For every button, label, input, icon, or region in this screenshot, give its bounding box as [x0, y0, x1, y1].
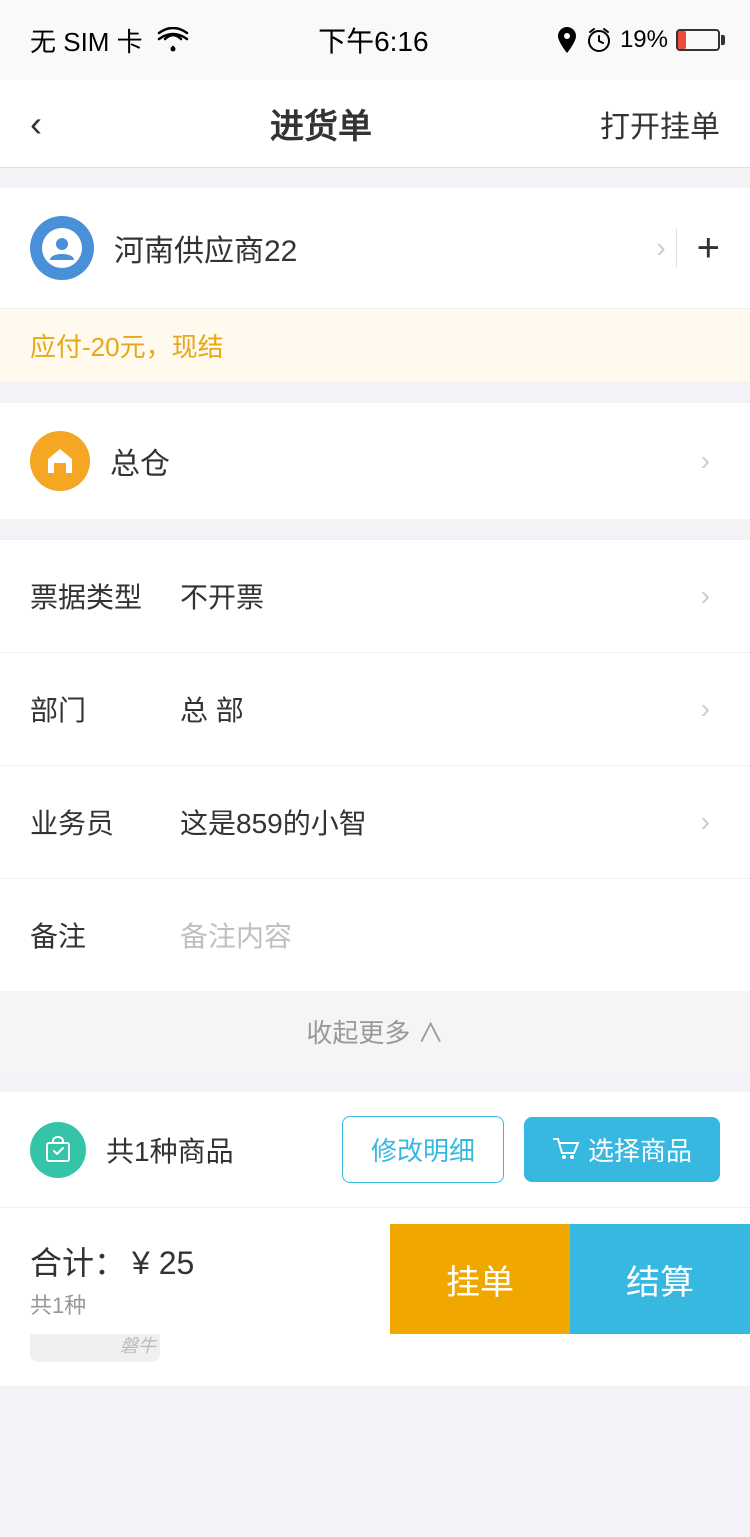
battery-icon — [676, 29, 720, 51]
collapse-label: 收起更多 ∧ — [306, 1018, 443, 1048]
status-right: 19% — [556, 26, 720, 54]
back-button[interactable]: ‹ — [30, 103, 42, 145]
dept-label: 部门 — [30, 689, 150, 729]
supplier-chevron-icon: › — [656, 232, 665, 264]
dept-value: 总 部 — [180, 689, 701, 729]
sales-row[interactable]: 业务员 这是859的小智 › — [0, 765, 750, 878]
section-gap-4 — [0, 1072, 750, 1092]
section-gap-1 — [0, 168, 750, 188]
dept-row[interactable]: 部门 总 部 › — [0, 652, 750, 765]
total-amount: 合计： ¥ 25 — [30, 1238, 360, 1284]
page-title: 进货单 — [270, 99, 372, 148]
location-icon — [556, 26, 578, 54]
warehouse-name: 总仓 — [110, 439, 701, 483]
select-product-label: 选择商品 — [588, 1131, 692, 1168]
invoice-value: 不开票 — [180, 576, 701, 616]
products-icon — [30, 1122, 86, 1178]
edit-detail-button[interactable]: 修改明细 — [342, 1116, 504, 1183]
warehouse-card: 总仓 › — [0, 403, 750, 519]
notice-text: 应付-20元，现结 — [30, 332, 224, 362]
hold-label: 挂单 — [446, 1255, 514, 1304]
form-card: 票据类型 不开票 › 部门 总 部 › 业务员 这是859的小智 › 备注 备注… — [0, 539, 750, 991]
sales-value: 这是859的小智 — [180, 802, 701, 842]
status-bar: 无 SIM 卡 下午6:16 19% — [0, 0, 750, 80]
remark-row[interactable]: 备注 备注内容 — [0, 878, 750, 991]
bottom-gap — [0, 1387, 750, 1417]
remark-input[interactable]: 备注内容 — [180, 915, 720, 955]
bottom-bar: 合计： ¥ 25 共1种 挂单 结算 — [0, 1224, 750, 1334]
dept-chevron-icon: › — [701, 693, 710, 725]
section-gap-3 — [0, 519, 750, 539]
status-left: 无 SIM 卡 — [30, 22, 191, 59]
supplier-name: 河南供应商22 — [114, 226, 656, 270]
checkout-button[interactable]: 结算 — [570, 1224, 750, 1334]
add-supplier-button[interactable]: + — [676, 228, 720, 268]
products-count: 共1种商品 — [106, 1130, 322, 1170]
battery-percent: 19% — [620, 26, 668, 54]
hold-button[interactable]: 挂单 — [390, 1224, 570, 1334]
select-product-button[interactable]: 选择商品 — [524, 1117, 720, 1182]
notice-bar: 应付-20元，现结 — [0, 309, 750, 383]
open-hold-button[interactable]: 打开挂单 — [600, 102, 720, 146]
sales-label: 业务员 — [30, 802, 150, 842]
invoice-label: 票据类型 — [30, 576, 150, 616]
section-gap-2 — [0, 383, 750, 403]
status-time: 下午6:16 — [318, 20, 429, 60]
checkout-label: 结算 — [626, 1255, 694, 1304]
avatar-icon — [42, 228, 82, 268]
carrier-label: 无 SIM 卡 — [30, 22, 143, 59]
wifi-icon — [155, 27, 191, 53]
invoice-row[interactable]: 票据类型 不开票 › — [0, 539, 750, 652]
products-header: 共1种商品 修改明细 选择商品 — [0, 1092, 750, 1208]
total-label: 合计： — [30, 1238, 126, 1284]
supplier-card: 河南供应商22 › + 应付-20元，现结 — [0, 188, 750, 383]
total-count: 共1种 — [30, 1288, 360, 1320]
supplier-row[interactable]: 河南供应商22 › + — [0, 188, 750, 309]
total-value: ¥ 25 — [132, 1245, 194, 1282]
warehouse-chevron-icon: › — [701, 445, 710, 477]
alarm-icon — [586, 27, 612, 53]
sales-chevron-icon: › — [701, 806, 710, 838]
supplier-avatar — [30, 216, 94, 280]
remark-label: 备注 — [30, 915, 150, 955]
nav-bar: ‹ 进货单 打开挂单 — [0, 80, 750, 168]
warehouse-icon — [30, 431, 90, 491]
bottom-total: 合计： ¥ 25 共1种 — [0, 1238, 390, 1320]
warehouse-row[interactable]: 总仓 › — [0, 403, 750, 519]
product-watermark: 磐牛 — [120, 1332, 156, 1358]
collapse-row[interactable]: 收起更多 ∧ — [0, 991, 750, 1072]
cart-icon — [552, 1137, 580, 1163]
invoice-chevron-icon: › — [701, 580, 710, 612]
